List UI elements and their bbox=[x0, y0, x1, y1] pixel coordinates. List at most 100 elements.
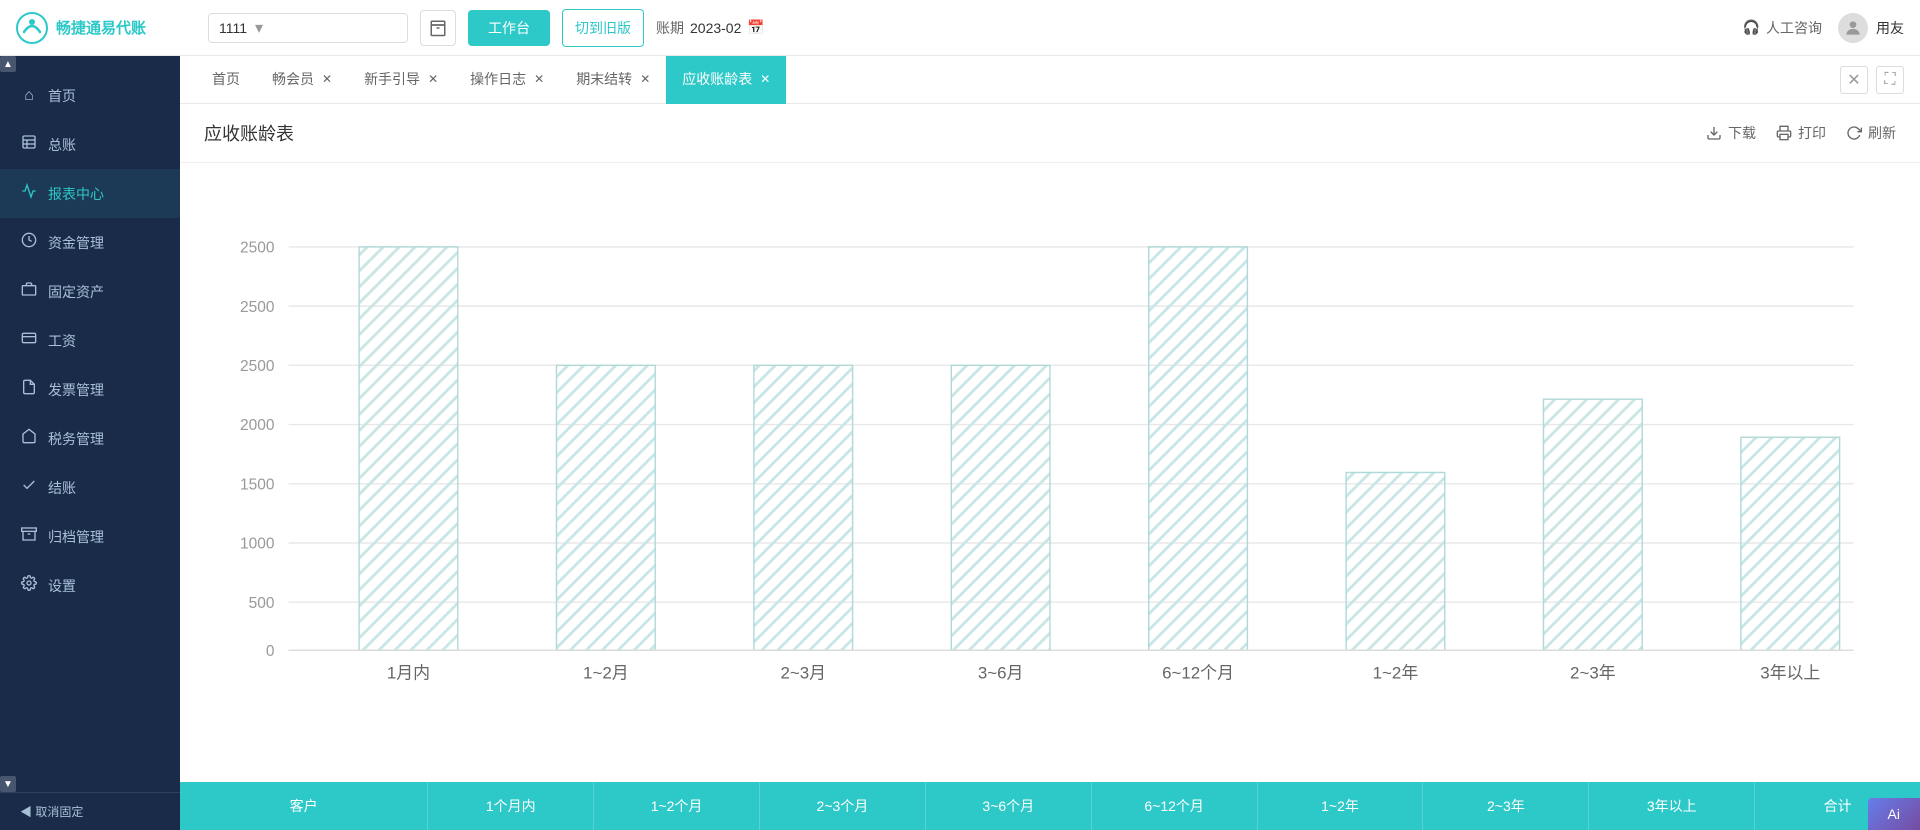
tab-close-member[interactable]: ✕ bbox=[322, 73, 332, 85]
ai-label: Ai bbox=[1888, 806, 1900, 822]
workbench-button[interactable]: 工作台 bbox=[468, 10, 550, 46]
svg-text:3~6月: 3~6月 bbox=[978, 663, 1024, 682]
content-area: 首页 畅会员 ✕ 新手引导 ✕ 操作日志 ✕ 期末结转 ✕ 应收账龄表 ✕ bbox=[180, 56, 1920, 830]
sidebar-item-label: 报表中心 bbox=[48, 184, 104, 204]
col-1-2month: 1~2个月 bbox=[594, 782, 760, 830]
download-button[interactable]: 下载 bbox=[1706, 123, 1756, 143]
svg-text:6~12个月: 6~12个月 bbox=[1162, 663, 1234, 682]
logo-area: 畅捷通易代账 bbox=[16, 12, 196, 44]
user-area[interactable]: 用友 bbox=[1838, 13, 1904, 43]
sidebar-item-invoice[interactable]: 发票管理 bbox=[0, 365, 180, 414]
refresh-button[interactable]: 刷新 bbox=[1846, 123, 1896, 143]
svg-text:0: 0 bbox=[266, 643, 275, 660]
invoice-icon bbox=[20, 379, 38, 400]
col-3year-plus: 3年以上 bbox=[1589, 782, 1755, 830]
ledger-icon bbox=[20, 134, 38, 155]
col-2-3year: 2~3年 bbox=[1423, 782, 1589, 830]
archive-icon bbox=[20, 526, 38, 547]
sidebar-item-label: 首页 bbox=[48, 86, 76, 106]
sidebar-collapse-button[interactable]: ◀ 取消固定 bbox=[0, 792, 180, 830]
svg-text:2500: 2500 bbox=[240, 299, 275, 316]
tab-member[interactable]: 畅会员 ✕ bbox=[256, 56, 348, 104]
col-label: 1个月内 bbox=[486, 796, 536, 816]
sidebar-item-ledger[interactable]: 总账 bbox=[0, 120, 180, 169]
col-label: 1~2个月 bbox=[651, 796, 703, 816]
consult-button[interactable]: 🎧 人工咨询 bbox=[1743, 18, 1822, 38]
sidebar-item-assets[interactable]: 固定资产 bbox=[0, 267, 180, 316]
col-label: 3年以上 bbox=[1647, 796, 1697, 816]
svg-text:2~3月: 2~3月 bbox=[780, 663, 826, 682]
tab-close-period-end[interactable]: ✕ bbox=[640, 73, 650, 85]
sidebar-item-label: 工资 bbox=[48, 331, 76, 351]
sidebar-item-home[interactable]: ⌂ 首页 bbox=[0, 72, 180, 120]
page-title: 应收账龄表 bbox=[204, 120, 294, 146]
period-label: 账期 bbox=[656, 18, 684, 38]
ai-badge[interactable]: Ai bbox=[1868, 798, 1920, 830]
switch-version-button[interactable]: 切到旧版 bbox=[562, 9, 644, 47]
download-icon bbox=[1706, 125, 1722, 141]
chart-container: 2500 2500 2500 2000 1500 1000 500 0 bbox=[180, 163, 1920, 782]
download-label: 下载 bbox=[1728, 123, 1756, 143]
refresh-icon bbox=[1846, 125, 1862, 141]
home-icon: ⌂ bbox=[20, 87, 38, 105]
page-content: 应收账龄表 下载 bbox=[180, 104, 1920, 830]
tab-label: 新手引导 bbox=[364, 69, 420, 89]
svg-text:1500: 1500 bbox=[240, 476, 275, 493]
scroll-up-button[interactable]: ▲ bbox=[0, 56, 16, 72]
tab-period-end[interactable]: 期末结转 ✕ bbox=[560, 56, 666, 104]
sidebar-item-tax[interactable]: 税务管理 bbox=[0, 414, 180, 463]
logo-text: 畅捷通易代账 bbox=[56, 17, 146, 38]
archive-button[interactable] bbox=[420, 10, 456, 46]
print-button[interactable]: 打印 bbox=[1776, 123, 1826, 143]
sidebar-item-label: 归档管理 bbox=[48, 527, 104, 547]
tab-aging[interactable]: 应收账龄表 ✕ bbox=[666, 56, 786, 104]
page-actions: 下载 打印 bbox=[1706, 123, 1896, 143]
maximize-tab-button[interactable]: ⛶ bbox=[1876, 66, 1904, 94]
sidebar-item-archive[interactable]: 归档管理 bbox=[0, 512, 180, 561]
tab-oplog[interactable]: 操作日志 ✕ bbox=[454, 56, 560, 104]
col-3-6month: 3~6个月 bbox=[926, 782, 1092, 830]
col-label: 6~12个月 bbox=[1144, 796, 1204, 816]
logo-icon bbox=[16, 12, 48, 44]
svg-text:1~2月: 1~2月 bbox=[583, 663, 629, 682]
tab-close-guide[interactable]: ✕ bbox=[428, 73, 438, 85]
reports-icon bbox=[20, 183, 38, 204]
company-select[interactable]: 1111 ▾ bbox=[208, 13, 408, 43]
tab-label: 期末结转 bbox=[576, 69, 632, 89]
sidebar: ▲ ⌂ 首页 总账 bbox=[0, 56, 180, 830]
tab-close-oplog[interactable]: ✕ bbox=[534, 73, 544, 85]
calendar-icon[interactable]: 📅 bbox=[747, 19, 764, 36]
svg-text:1月内: 1月内 bbox=[387, 663, 430, 682]
tab-label: 畅会员 bbox=[272, 69, 314, 89]
tab-label: 应收账龄表 bbox=[682, 69, 752, 89]
checkout-icon bbox=[20, 477, 38, 498]
svg-text:1~2年: 1~2年 bbox=[1373, 663, 1419, 682]
tab-home[interactable]: 首页 bbox=[196, 56, 256, 104]
funds-icon bbox=[20, 232, 38, 253]
col-label: 3~6个月 bbox=[982, 796, 1034, 816]
tab-close-aging[interactable]: ✕ bbox=[760, 73, 770, 85]
sidebar-item-reports[interactable]: 报表中心 bbox=[0, 169, 180, 218]
user-name: 用友 bbox=[1876, 18, 1904, 38]
sidebar-item-salary[interactable]: 工资 bbox=[0, 316, 180, 365]
close-tab-button[interactable]: ✕ bbox=[1840, 66, 1868, 94]
col-label: 2~3个月 bbox=[817, 796, 869, 816]
tax-icon bbox=[20, 428, 38, 449]
col-1-2year: 1~2年 bbox=[1258, 782, 1424, 830]
sidebar-item-checkout[interactable]: 结账 bbox=[0, 463, 180, 512]
scroll-down-button[interactable]: ▼ bbox=[0, 776, 16, 792]
col-label: 合计 bbox=[1824, 796, 1852, 816]
tab-guide[interactable]: 新手引导 ✕ bbox=[348, 56, 454, 104]
sidebar-item-label: 设置 bbox=[48, 576, 76, 596]
sidebar-item-label: 结账 bbox=[48, 478, 76, 498]
tabs-right: ✕ ⛶ bbox=[1840, 66, 1904, 94]
company-name: 1111 bbox=[219, 20, 247, 36]
print-icon bbox=[1776, 125, 1792, 141]
header-right: 🎧 人工咨询 用友 bbox=[1743, 13, 1904, 43]
sidebar-item-settings[interactable]: 设置 bbox=[0, 561, 180, 610]
app-header: 畅捷通易代账 1111 ▾ 工作台 切到旧版 账期 2023-02 📅 🎧 人工… bbox=[0, 0, 1920, 56]
col-1month: 1个月内 bbox=[428, 782, 594, 830]
tab-label: 操作日志 bbox=[470, 69, 526, 89]
consult-label: 人工咨询 bbox=[1766, 18, 1822, 38]
sidebar-item-funds[interactable]: 资金管理 bbox=[0, 218, 180, 267]
